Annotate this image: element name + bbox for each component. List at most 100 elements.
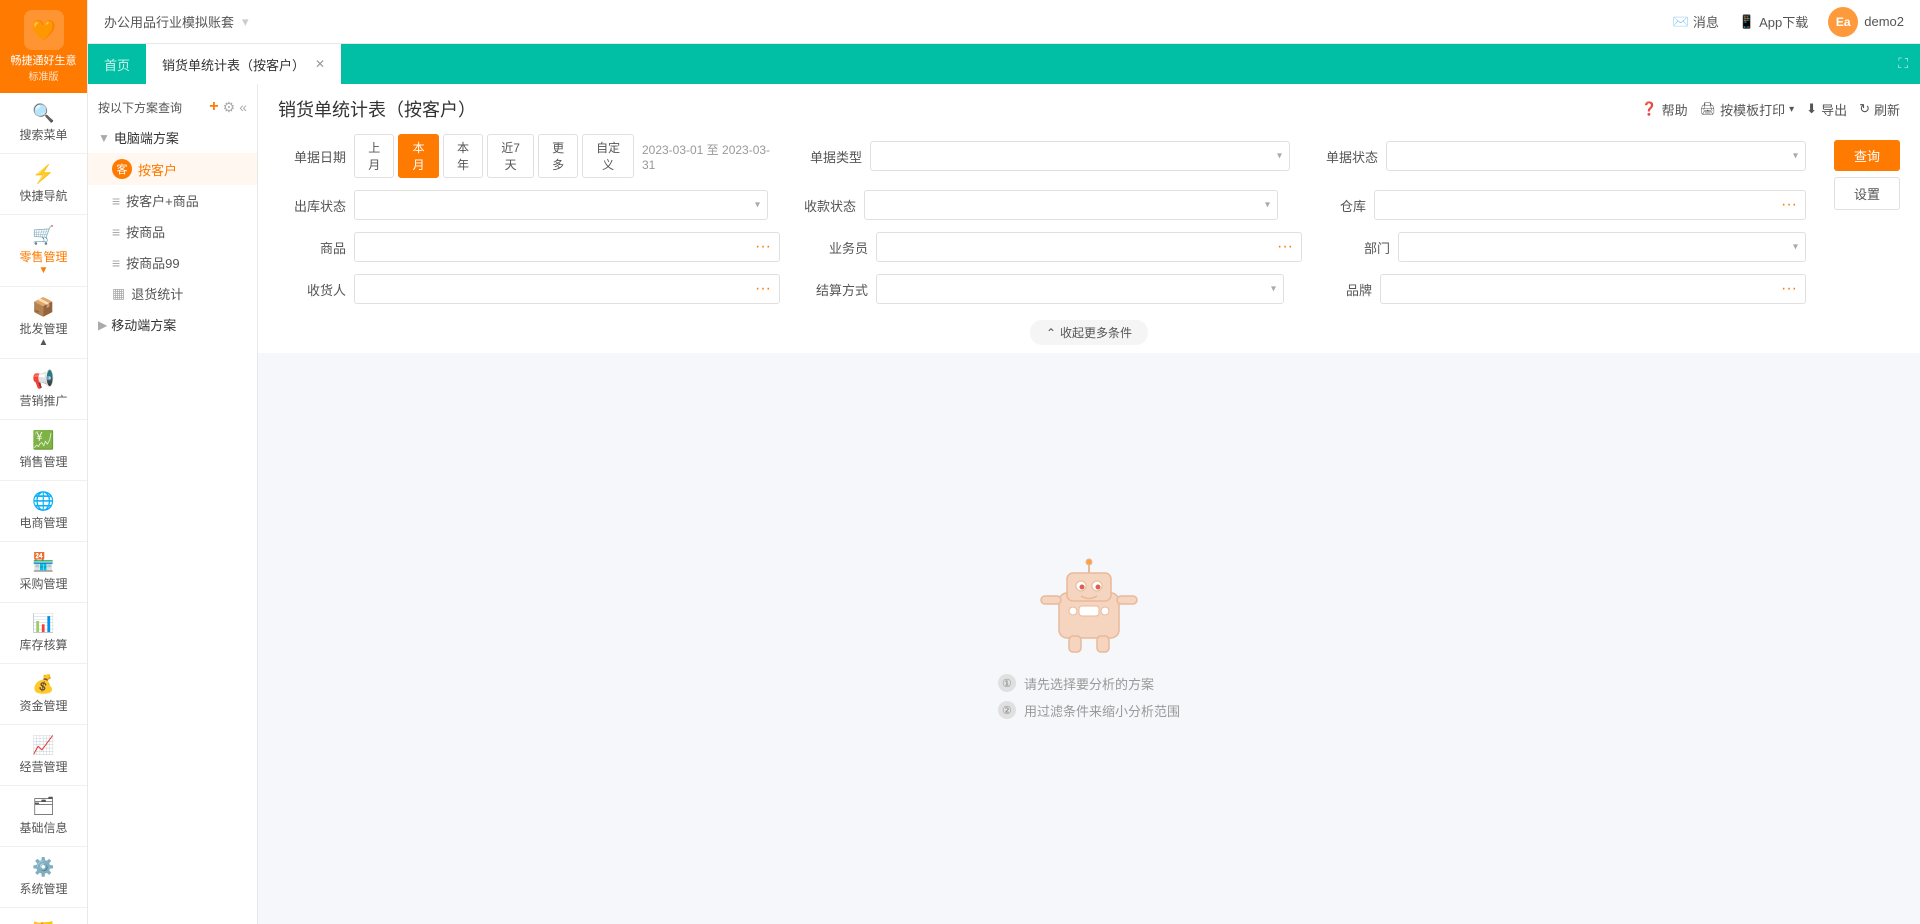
sidebar: 🧡 畅捷通好生意 标准版 🔍 搜索菜单 ⚡ 快捷导航 🛒 零售管理 ▼ 📦 批发… (0, 0, 88, 924)
export-label: 导出 (1821, 100, 1847, 119)
sidebar-item-quicknav[interactable]: ⚡ 快捷导航 (0, 154, 87, 215)
help-btn[interactable]: ❓ 帮助 (1641, 100, 1687, 119)
doc-status-select[interactable] (1386, 141, 1806, 171)
brand-input[interactable]: ··· (1380, 274, 1806, 304)
doc-type-select[interactable] (870, 141, 1290, 171)
basic-icon: 🗂 (32, 796, 55, 817)
tree-mobile-parent[interactable]: ▶ 移动端方案 (88, 309, 257, 340)
tab-sales-stat-label: 销货单统计表（按客户） (162, 55, 305, 74)
doc-status-label: 单据状态 (1318, 147, 1378, 166)
sidebar-item-search[interactable]: 🔍 搜索菜单 (0, 93, 87, 154)
tip-item-2: ② 用过滤条件来缩小分析范围 (998, 701, 1180, 720)
tab-maximize-btn[interactable]: ⛶ (1886, 55, 1920, 73)
sidebar-item-operations[interactable]: 📈 经营管理 (0, 725, 87, 786)
print-arrow-icon: ▾ (1789, 104, 1794, 115)
date-range: 2023-03-01 至 2023-03-31 (642, 141, 774, 172)
sidebar-item-ecommerce[interactable]: 🌐 电商管理 (0, 481, 87, 542)
tree-child-by-product[interactable]: ≡ 按商品 (88, 216, 257, 247)
tree-desktop-parent[interactable]: ▼ 电脑端方案 (88, 122, 257, 153)
sidebar-item-purchase[interactable]: 🏪 采购管理 (0, 542, 87, 603)
system-icon: ⚙️ (32, 857, 54, 878)
last-7days-btn[interactable]: 近7天 (487, 134, 534, 178)
sidebar-item-inventory[interactable]: 📊 库存核算 (0, 603, 87, 664)
message-btn[interactable]: ✉️ 消息 (1673, 12, 1719, 31)
last-month-btn[interactable]: 上月 (354, 134, 394, 178)
collapse-btn[interactable]: ⌃ 收起更多条件 (1030, 320, 1148, 345)
panel-header-label: 按以下方案查询 (98, 99, 182, 116)
out-status-label: 出库状态 (278, 196, 346, 215)
more-btn[interactable]: 更多 (538, 134, 578, 178)
top-header: 办公用品行业模拟账套 ▾ ✉️ 消息 📱 App下载 Ea demo2 (88, 0, 1920, 44)
consignee-input[interactable]: ··· (354, 274, 780, 304)
purchase-icon: 🏪 (32, 552, 54, 573)
sidebar-item-retail[interactable]: 🛒 零售管理 ▼ (0, 215, 87, 287)
tab-bar: 首页 销货单统计表（按客户） ✕ ⛶ (88, 44, 1920, 84)
consignee-label: 收货人 (278, 280, 346, 299)
department-select[interactable] (1398, 232, 1806, 262)
tree-child-label: 退货统计 (131, 284, 183, 303)
desktop-section: ▼ 电脑端方案 客 按客户 ≡ 按客户+商品 ≡ 按商品 (88, 122, 257, 309)
left-panel-header: 按以下方案查询 + ⚙ « (88, 92, 257, 122)
tree-child-product-99[interactable]: ≡ 按商品99 (88, 247, 257, 278)
sidebar-item-label: 营销推广 (19, 392, 67, 409)
custom-btn[interactable]: 自定义 (582, 134, 634, 178)
receipt-status-select[interactable] (864, 190, 1278, 220)
sidebar-item-label: 采购管理 (19, 575, 67, 592)
sidebar-item-sales[interactable]: 💹 销售管理 (0, 420, 87, 481)
tab-home[interactable]: 首页 (88, 44, 146, 84)
tree-desktop-label: 电脑端方案 (114, 128, 179, 147)
message-icon: ✉️ (1673, 14, 1689, 30)
tree-child-label: 按商品99 (126, 253, 179, 272)
settings-scheme-icon[interactable]: ⚙ (223, 99, 236, 116)
settings-btn[interactable]: 设置 (1834, 177, 1900, 210)
sidebar-item-system[interactable]: ⚙️ 系统管理 (0, 847, 87, 908)
tree-child-return-stats[interactable]: ▦ 退货统计 (88, 278, 257, 309)
product-label: 商品 (278, 238, 346, 257)
ecommerce-icon: 🌐 (32, 491, 54, 512)
salesperson-input[interactable]: ··· (876, 232, 1302, 262)
maximize-icon: ⛶ (1898, 55, 1908, 71)
collapse-panel-icon[interactable]: « (239, 99, 247, 115)
sidebar-item-finance[interactable]: 💰 资金管理 (0, 664, 87, 725)
tab-sales-stat[interactable]: 销货单统计表（按客户） ✕ (146, 44, 341, 84)
sidebar-item-label: 经营管理 (19, 758, 67, 775)
action-buttons-column: 查询 设置 (1818, 140, 1900, 210)
app-download-btn[interactable]: 📱 App下载 (1739, 12, 1808, 31)
query-btn[interactable]: 查询 (1834, 140, 1900, 171)
sidebar-item-label: 搜索菜单 (19, 126, 67, 143)
tab-close-icon[interactable]: ✕ (315, 57, 325, 71)
warehouse-dots: ··· (1781, 196, 1797, 214)
product-input[interactable]: ··· (354, 232, 780, 262)
expand-icon: ▲ (39, 337, 49, 348)
export-btn[interactable]: ⬇ 导出 (1806, 100, 1847, 119)
refresh-btn[interactable]: ↻ 刷新 (1859, 100, 1900, 119)
sidebar-item-wholesale[interactable]: 📦 批发管理 ▲ (0, 287, 87, 359)
print-btn[interactable]: 🖨 按模板打印 ▾ (1700, 100, 1795, 119)
sidebar-item-marketing[interactable]: 📢 营销推广 (0, 359, 87, 420)
page-content: 按以下方案查询 + ⚙ « ▼ 电脑端方案 客 按客户 (88, 84, 1920, 924)
refresh-label: 刷新 (1874, 100, 1900, 119)
filter-row-2: 出库状态 ▾ 收款状态 (278, 190, 1806, 220)
tab-home-label: 首页 (104, 55, 130, 74)
out-status-select[interactable] (354, 190, 768, 220)
product-dots: ··· (755, 238, 771, 256)
doc-type-label: 单据类型 (802, 147, 862, 166)
warehouse-input[interactable]: ··· (1374, 190, 1806, 220)
add-scheme-btn[interactable]: + (209, 98, 218, 116)
consignee-dots: ··· (755, 280, 771, 298)
settlement-select[interactable] (876, 274, 1284, 304)
tree-child-by-customer[interactable]: 客 按客户 (88, 153, 257, 185)
settlement-label: 结算方式 (808, 280, 868, 299)
return-icon: ▦ (112, 285, 125, 302)
this-month-btn[interactable]: 本月 (398, 134, 438, 178)
sidebar-item-enterprise[interactable]: 🤝 企业协同 (0, 908, 87, 924)
sidebar-item-label: 电商管理 (19, 514, 67, 531)
tree-child-customer-product[interactable]: ≡ 按客户+商品 (88, 185, 257, 216)
this-year-btn[interactable]: 本年 (443, 134, 483, 178)
user-profile-btn[interactable]: Ea demo2 (1828, 7, 1904, 37)
help-label: 帮助 (1662, 100, 1688, 119)
department-select-wrapper: ▾ (1398, 232, 1806, 262)
sidebar-item-basic[interactable]: 🗂 基础信息 (0, 786, 87, 847)
tip-text-2: 用过滤条件来缩小分析范围 (1024, 701, 1180, 720)
print-label: 按模板打印 (1720, 100, 1785, 119)
